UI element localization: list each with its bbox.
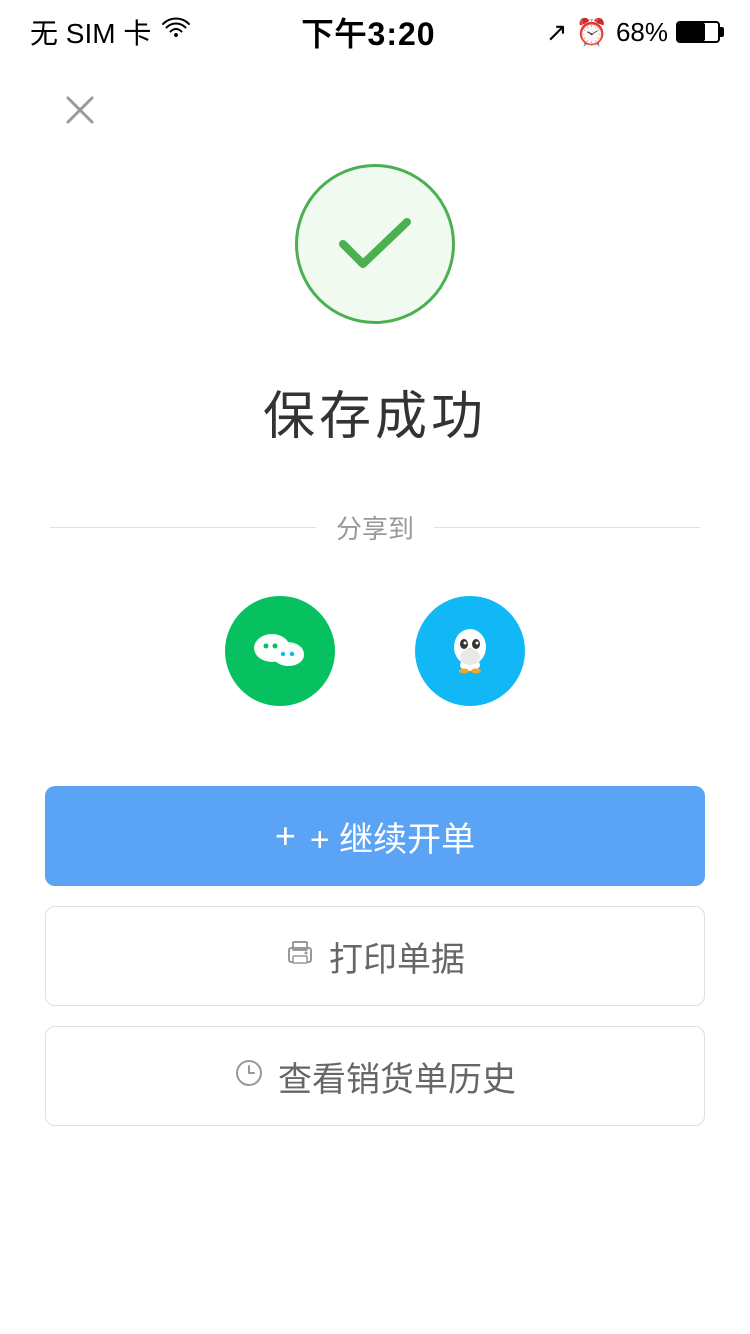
status-right: ↗ ⏰ 68% <box>546 17 720 48</box>
checkmark-icon <box>335 214 415 274</box>
continue-label: + 继续开单 <box>310 812 475 861</box>
print-icon <box>285 938 315 974</box>
plus-icon: + <box>275 815 296 857</box>
location-icon: ↗ <box>546 17 568 48</box>
close-button[interactable] <box>50 80 110 140</box>
history-icon <box>234 1058 264 1094</box>
action-buttons: + + 继续开单 打印单据 查看销货单历 <box>45 786 705 1126</box>
battery-icon <box>676 21 720 43</box>
wifi-icon <box>161 16 191 48</box>
divider-left <box>50 527 316 528</box>
wechat-icon <box>245 616 315 686</box>
success-circle <box>295 164 455 324</box>
print-label: 打印单据 <box>329 932 465 981</box>
alarm-icon: ⏰ <box>576 17 608 48</box>
history-label: 查看销货单历史 <box>278 1052 516 1101</box>
qq-share-button[interactable] <box>415 596 525 706</box>
divider-right <box>434 527 700 528</box>
sim-label: 无 SIM 卡 <box>30 12 151 52</box>
wechat-share-button[interactable] <box>225 596 335 706</box>
success-title: 保存成功 <box>263 374 487 449</box>
battery-percent: 68% <box>616 17 668 48</box>
qq-icon <box>438 619 503 684</box>
share-icons <box>225 596 525 706</box>
status-time: 下午3:20 <box>302 9 436 55</box>
share-divider: 分享到 <box>50 509 700 546</box>
share-label: 分享到 <box>336 509 414 546</box>
main-content: 保存成功 分享到 <box>0 64 750 1126</box>
status-bar: 无 SIM 卡 下午3:20 ↗ ⏰ 68% <box>0 0 750 64</box>
continue-button[interactable]: + + 继续开单 <box>45 786 705 886</box>
status-left: 无 SIM 卡 <box>30 12 191 52</box>
print-button[interactable]: 打印单据 <box>45 906 705 1006</box>
history-button[interactable]: 查看销货单历史 <box>45 1026 705 1126</box>
